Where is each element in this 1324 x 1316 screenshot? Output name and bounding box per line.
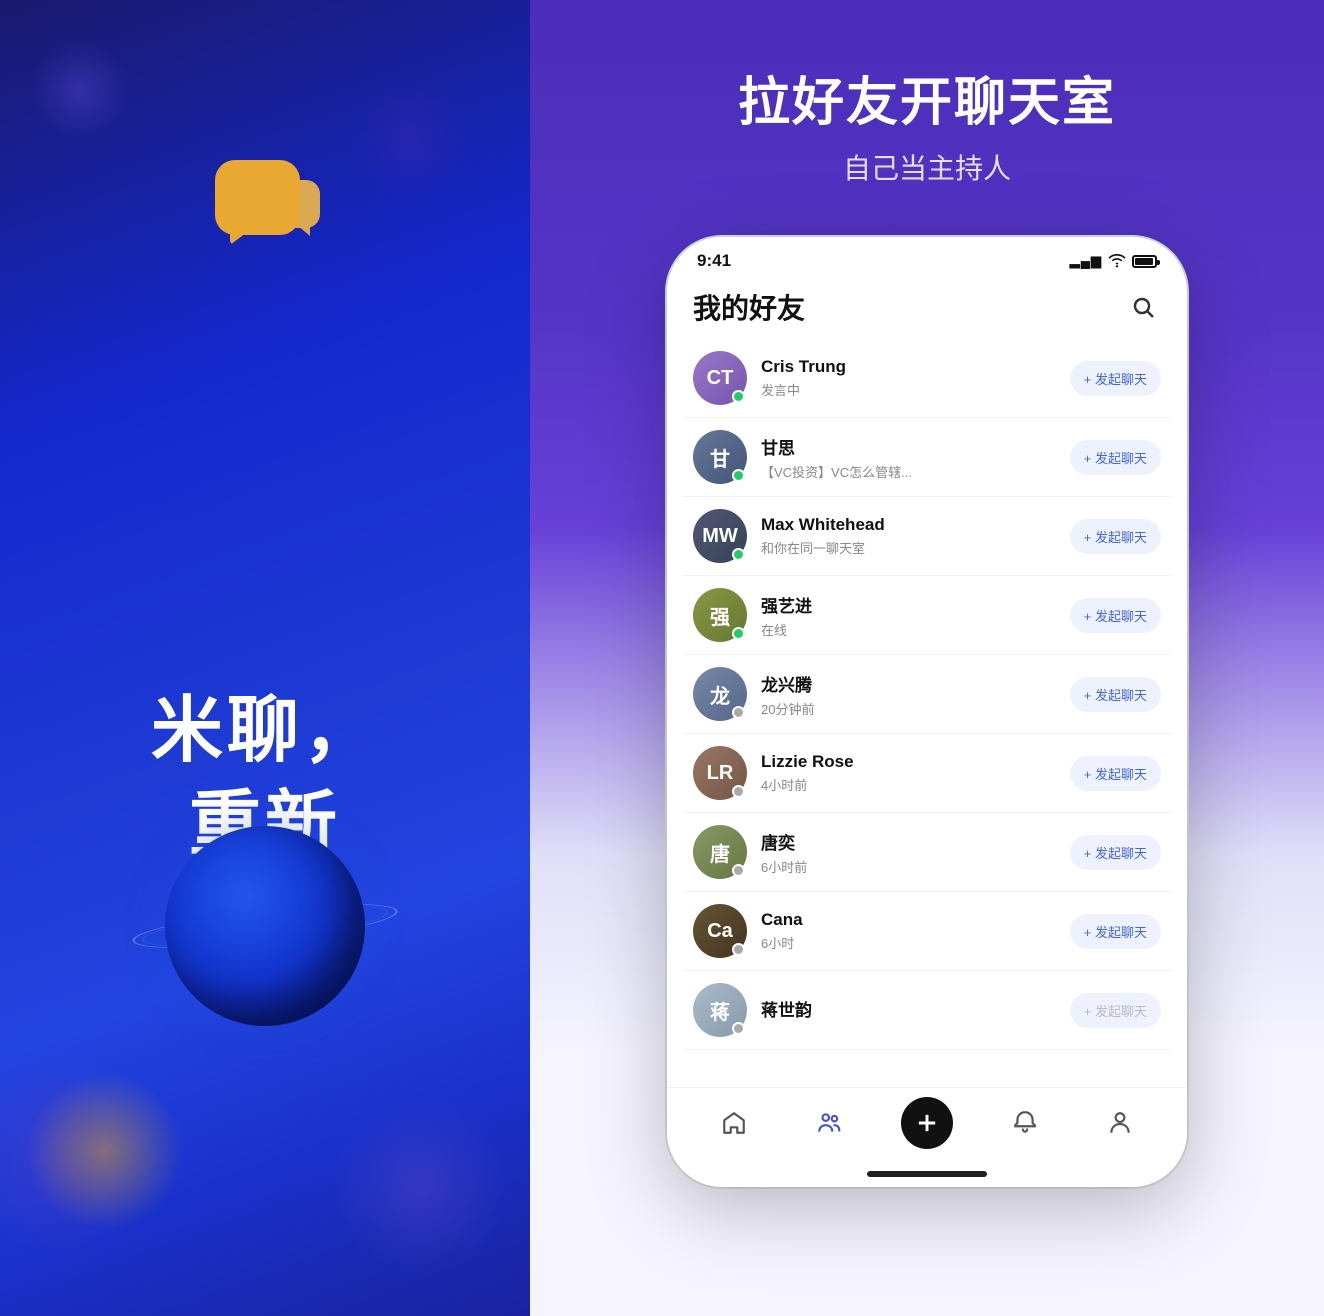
contact-avatar-wrap: LR [693,746,747,800]
contact-avatar-wrap: CT [693,351,747,405]
start-chat-button[interactable]: + 发起聊天 [1070,598,1161,633]
contact-status: 【VC投资】VC怎么管辖... [761,462,961,481]
app-logo-icon [215,160,315,250]
contact-avatar-wrap: 蒋 [693,983,747,1037]
bg-decoration [20,1066,190,1236]
start-chat-button[interactable]: + 发起聊天 [1070,361,1161,396]
contact-avatar-wrap: 唐 [693,825,747,879]
contact-item[interactable]: MW Max Whitehead 和你在同一聊天室 + 发起聊天 [683,497,1171,576]
online-status-dot [732,1022,745,1035]
planet-body [165,826,365,1026]
friends-list-title: 我的好友 [693,287,805,327]
contact-avatar-wrap: 强 [693,588,747,642]
start-chat-button[interactable]: + 发起聊天 [1070,835,1161,870]
bottom-nav [667,1087,1187,1167]
search-button[interactable] [1125,289,1161,325]
start-chat-button[interactable]: + 发起聊天 [1070,677,1161,712]
start-chat-button[interactable]: + 发起聊天 [1070,993,1161,1028]
home-indicator [867,1171,987,1177]
contact-name: Max Whitehead [761,515,1070,535]
chat-bubble-main-icon [215,160,300,235]
battery-icon [1132,255,1157,268]
nav-notifications[interactable] [1003,1101,1047,1145]
contact-item[interactable]: 甘 甘思 【VC投资】VC怎么管辖... + 发起聊天 [683,418,1171,497]
person-icon [1107,1110,1133,1136]
nav-home[interactable] [712,1101,756,1145]
online-status-dot [732,627,745,640]
promo-subtitle: 自己当主持人 [843,147,1011,187]
contact-avatar-wrap: 甘 [693,430,747,484]
online-status-dot [732,943,745,956]
status-icons: ▂▄▆ [1070,253,1157,269]
phone-header: 我的好友 [667,277,1187,339]
contact-item[interactable]: 龙 龙兴腾 20分钟前 + 发起聊天 [683,655,1171,734]
contact-status: 4小时前 [761,775,961,794]
contact-name: 甘思 [761,434,1070,459]
nav-profile[interactable] [1098,1101,1142,1145]
contact-avatar-wrap: 龙 [693,667,747,721]
contact-item[interactable]: Ca Cana 6小时 + 发起聊天 [683,892,1171,971]
bg-decoration [350,80,470,200]
promo-title: 拉好友开聊天室 [738,60,1116,135]
contact-name: 蒋世韵 [761,996,1070,1021]
online-status-dot [732,706,745,719]
contact-status: 发言中 [761,380,961,399]
contact-info: Cana 6小时 [761,910,1070,952]
contact-item[interactable]: 强 强艺进 在线 + 发起聊天 [683,576,1171,655]
nav-add-button[interactable] [901,1097,953,1149]
contact-avatar-wrap: Ca [693,904,747,958]
contact-info: 强艺进 在线 [761,592,1070,639]
online-status-dot [732,548,745,561]
contact-item[interactable]: LR Lizzie Rose 4小时前 + 发起聊天 [683,734,1171,813]
contact-item[interactable]: 唐 唐奕 6小时前 + 发起聊天 [683,813,1171,892]
contact-status: 20分钟前 [761,699,961,718]
contact-name: Lizzie Rose [761,752,1070,772]
contact-info: Lizzie Rose 4小时前 [761,752,1070,794]
contact-status: 6小时 [761,933,961,952]
status-time: 9:41 [697,251,731,271]
contact-item[interactable]: CT Cris Trung 发言中 + 发起聊天 [683,339,1171,418]
start-chat-button[interactable]: + 发起聊天 [1070,756,1161,791]
online-status-dot [732,864,745,877]
online-status-dot [732,469,745,482]
contact-status: 6小时前 [761,857,961,876]
friends-icon [816,1110,842,1136]
contact-info: 龙兴腾 20分钟前 [761,671,1070,718]
contact-list: CT Cris Trung 发言中 + 发起聊天 甘 甘思 【VC投资】VC怎么… [667,339,1187,1087]
bg-decoration [330,1096,510,1276]
contact-info: 蒋世韵 [761,996,1070,1024]
start-chat-button[interactable]: + 发起聊天 [1070,440,1161,475]
contact-name: 唐奕 [761,829,1070,854]
contact-info: 甘思 【VC投资】VC怎么管辖... [761,434,1070,481]
search-icon [1131,295,1155,319]
start-chat-button[interactable]: + 发起聊天 [1070,519,1161,554]
contact-name: 强艺进 [761,592,1070,617]
status-bar: 9:41 ▂▄▆ [667,237,1187,277]
phone-mockup: 9:41 ▂▄▆ 我的好友 [667,237,1187,1187]
start-chat-button[interactable]: + 发起聊天 [1070,914,1161,949]
contact-info: Cris Trung 发言中 [761,357,1070,399]
planet-decoration [125,786,405,1066]
online-status-dot [732,390,745,403]
contact-name: Cris Trung [761,357,1070,377]
right-panel: 拉好友开聊天室 自己当主持人 9:41 ▂▄▆ 我的好友 [530,0,1324,1316]
online-status-dot [732,785,745,798]
contact-status: 在线 [761,620,961,639]
contact-name: Cana [761,910,1070,930]
slogan-line1: 米聊， [151,685,379,779]
nav-friends[interactable] [807,1101,851,1145]
contact-info: 唐奕 6小时前 [761,829,1070,876]
add-icon [913,1109,941,1137]
contact-avatar-wrap: MW [693,509,747,563]
bg-decoration [30,40,130,140]
contact-item[interactable]: 蒋 蒋世韵 + 发起聊天 [683,971,1171,1050]
contact-name: 龙兴腾 [761,671,1070,696]
left-panel: 米聊， 重新 出发 [0,0,530,1316]
bell-icon [1012,1110,1038,1136]
contact-info: Max Whitehead 和你在同一聊天室 [761,515,1070,557]
signal-icon: ▂▄▆ [1070,253,1102,269]
wifi-icon [1108,254,1126,268]
home-icon [721,1110,747,1136]
contact-status: 和你在同一聊天室 [761,538,961,557]
